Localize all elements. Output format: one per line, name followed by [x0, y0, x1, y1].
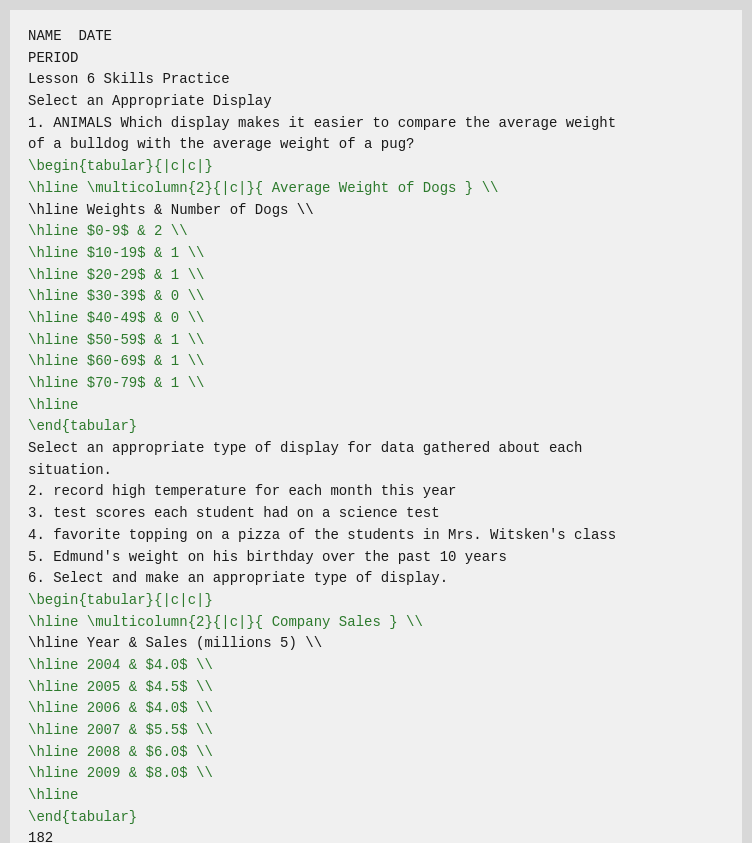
- page: NAME DATE PERIOD Lesson 6 Skills Practic…: [10, 10, 742, 843]
- latex-line: \begin{tabular}{|c|c|}: [28, 156, 724, 178]
- latex-line: \hline 2005 & $4.5$ \\: [28, 677, 724, 699]
- latex-line: \hline: [28, 785, 724, 807]
- latex-block2: \begin{tabular}{|c|c|}\hline \multicolum…: [28, 590, 724, 829]
- latex-line: \hline \multicolumn{2}{|c|}{ Company Sal…: [28, 612, 724, 634]
- latex-line: \end{tabular}: [28, 416, 724, 438]
- header-line1: NAME DATE: [28, 26, 724, 48]
- situations-list: 2. record high temperature for each mont…: [28, 481, 724, 589]
- latex-line: \hline 2008 & $6.0$ \\: [28, 742, 724, 764]
- question1-text: 1. ANIMALS Which display makes it easier…: [28, 113, 724, 135]
- latex-line: \hline: [28, 395, 724, 417]
- latex-line: \hline $10-19$ & 1 \\: [28, 243, 724, 265]
- latex-line: \begin{tabular}{|c|c|}: [28, 590, 724, 612]
- situation-item: 2. record high temperature for each mont…: [28, 481, 724, 503]
- latex-line: \hline 2006 & $4.0$ \\: [28, 698, 724, 720]
- latex-line: \hline $60-69$ & 1 \\: [28, 351, 724, 373]
- latex-line: \hline 2004 & $4.0$ \\: [28, 655, 724, 677]
- page-number: 182: [28, 828, 724, 843]
- latex-line: \hline $30-39$ & 0 \\: [28, 286, 724, 308]
- latex-line: \hline $40-49$ & 0 \\: [28, 308, 724, 330]
- header-line3: Lesson 6 Skills Practice: [28, 69, 724, 91]
- latex-line: \hline $20-29$ & 1 \\: [28, 265, 724, 287]
- latex-line: \hline Year & Sales (millions 5) \\: [28, 633, 724, 655]
- latex-line: \hline \multicolumn{2}{|c|}{ Average Wei…: [28, 178, 724, 200]
- header-line2: PERIOD: [28, 48, 724, 70]
- situation-item: 3. test scores each student had on a sci…: [28, 503, 724, 525]
- question1-text2: of a bulldog with the average weight of …: [28, 134, 724, 156]
- latex-line: \hline 2007 & $5.5$ \\: [28, 720, 724, 742]
- latex-line: \hline Weights & Number of Dogs \\: [28, 200, 724, 222]
- latex-line: \hline $50-59$ & 1 \\: [28, 330, 724, 352]
- situation-item: 5. Edmund's weight on his birthday over …: [28, 547, 724, 569]
- latex-line: \hline $70-79$ & 1 \\: [28, 373, 724, 395]
- situation-intro2: situation.: [28, 460, 724, 482]
- latex-line: \hline 2009 & $8.0$ \\: [28, 763, 724, 785]
- header-line4: Select an Appropriate Display: [28, 91, 724, 113]
- situation-item: 6. Select and make an appropriate type o…: [28, 568, 724, 590]
- situation-intro: Select an appropriate type of display fo…: [28, 438, 724, 460]
- situation-item: 4. favorite topping on a pizza of the st…: [28, 525, 724, 547]
- latex-line: \hline $0-9$ & 2 \\: [28, 221, 724, 243]
- latex-block1: \begin{tabular}{|c|c|}\hline \multicolum…: [28, 156, 724, 438]
- latex-line: \end{tabular}: [28, 807, 724, 829]
